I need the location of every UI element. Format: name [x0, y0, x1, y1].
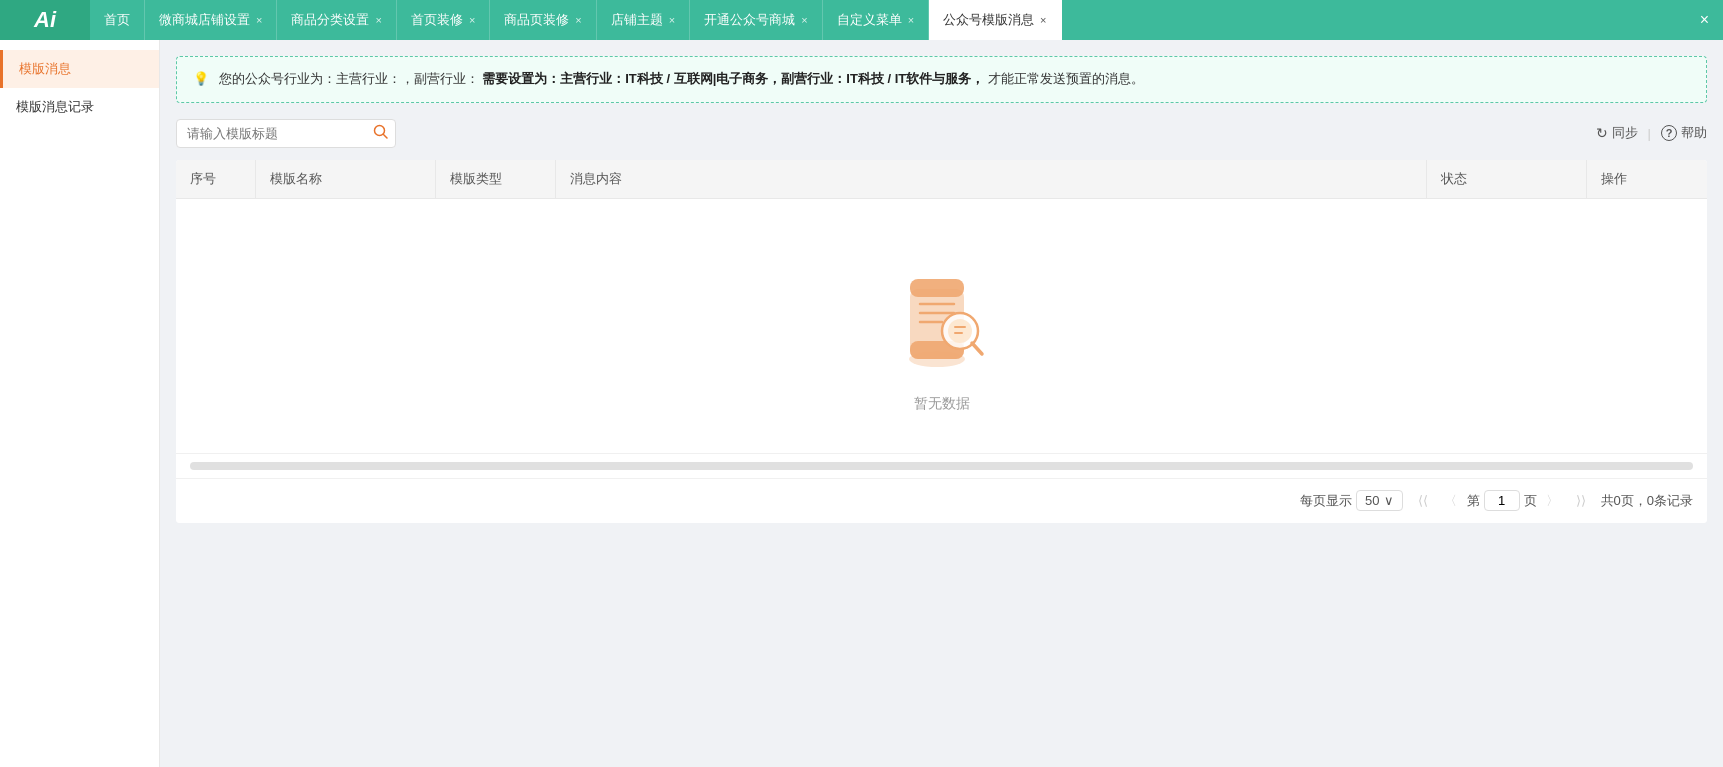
- tab-product-decor[interactable]: 商品页装修 ×: [490, 0, 596, 40]
- close-icon[interactable]: ×: [469, 14, 475, 26]
- th-type: 模版类型: [436, 160, 556, 198]
- empty-text: 暂无数据: [914, 395, 970, 413]
- page-size-select: 每页显示 50 ∨: [1300, 490, 1402, 511]
- search-button[interactable]: [373, 124, 388, 142]
- page-size-label: 每页显示: [1300, 492, 1352, 510]
- th-index: 序号: [176, 160, 256, 198]
- sync-button[interactable]: ↻ 同步: [1596, 124, 1638, 142]
- sidebar-item-template-msg-label: 模版消息: [19, 61, 71, 76]
- last-page-button[interactable]: ⟩⟩: [1569, 489, 1593, 513]
- sync-label: 同步: [1612, 124, 1638, 142]
- close-icon[interactable]: ×: [256, 14, 262, 26]
- scrollbar-row: [176, 453, 1707, 478]
- page-size-value: 50: [1365, 493, 1379, 508]
- tab-menu[interactable]: 自定义菜单 ×: [823, 0, 929, 40]
- sidebar-item-template-msg-record[interactable]: 模版消息记录: [0, 88, 159, 126]
- pagination: 每页显示 50 ∨ ⟨⟨ 〈 第 页 〉 ⟩⟩ 共0页，0条记录: [176, 478, 1707, 523]
- tab-home-label: 首页: [104, 11, 130, 29]
- search-input[interactable]: [176, 119, 396, 148]
- close-all-button[interactable]: ×: [1686, 11, 1723, 29]
- notice-highlight: 需要设置为：主营行业：IT科技 / 互联网|电子商务，副营行业：IT科技 / I…: [482, 71, 984, 86]
- tab-store-theme[interactable]: 店铺主题 ×: [597, 0, 690, 40]
- search-bar: ↻ 同步 | ? 帮助: [176, 119, 1707, 148]
- total-label: 共0页，0条记录: [1601, 492, 1693, 510]
- notice-suffix: 才能正常发送预置的消息。: [988, 71, 1144, 86]
- sidebar-item-template-msg-record-label: 模版消息记录: [16, 99, 94, 114]
- close-icon[interactable]: ×: [1040, 14, 1046, 26]
- prev-page-button[interactable]: 〈: [1439, 489, 1463, 513]
- close-icon[interactable]: ×: [908, 14, 914, 26]
- first-page-button[interactable]: ⟨⟨: [1411, 489, 1435, 513]
- notice-box: 💡 您的公众号行业为：主营行业：，副营行业： 需要设置为：主营行业：IT科技 /…: [176, 56, 1707, 103]
- empty-state: 暂无数据: [176, 199, 1707, 453]
- tab-home[interactable]: 首页: [90, 0, 145, 40]
- next-page-button[interactable]: 〉: [1541, 489, 1565, 513]
- tab-template-msg[interactable]: 公众号模版消息 ×: [929, 0, 1061, 40]
- th-content: 消息内容: [556, 160, 1427, 198]
- tab-product-decor-label: 商品页装修: [504, 11, 569, 29]
- table-container: 序号 模版名称 模版类型 消息内容 状态 操作: [176, 160, 1707, 523]
- table-header: 序号 模版名称 模版类型 消息内容 状态 操作: [176, 160, 1707, 199]
- page-after-label: 页: [1524, 492, 1537, 510]
- th-status: 状态: [1427, 160, 1587, 198]
- notice-icon: 💡: [193, 71, 209, 86]
- tab-template-msg-label: 公众号模版消息: [943, 11, 1034, 29]
- sidebar-item-template-msg[interactable]: 模版消息: [0, 50, 159, 88]
- main-layout: 模版消息 模版消息记录 💡 您的公众号行业为：主营行业：，副营行业： 需要设置为…: [0, 40, 1723, 767]
- tab-mall[interactable]: 开通公众号商城 ×: [690, 0, 822, 40]
- tab-store-setting[interactable]: 微商城店铺设置 ×: [145, 0, 277, 40]
- search-right: ↻ 同步 | ? 帮助: [1596, 124, 1707, 142]
- notice-prefix: 您的公众号行业为：主营行业：，副营行业：: [219, 71, 479, 86]
- tab-home-decor[interactable]: 首页装修 ×: [397, 0, 490, 40]
- svg-line-11: [972, 343, 982, 354]
- close-icon[interactable]: ×: [375, 14, 381, 26]
- page-before-label: 第: [1467, 492, 1480, 510]
- svg-line-1: [384, 135, 388, 139]
- svg-rect-4: [910, 279, 964, 297]
- sync-icon: ↻: [1596, 125, 1608, 141]
- page-nav: ⟨⟨ 〈 第 页 〉 ⟩⟩: [1411, 489, 1593, 513]
- search-left: [176, 119, 396, 148]
- divider: |: [1648, 126, 1651, 141]
- close-icon[interactable]: ×: [575, 14, 581, 26]
- tab-menu-label: 自定义菜单: [837, 11, 902, 29]
- help-button[interactable]: ? 帮助: [1661, 124, 1707, 142]
- page-size-dropdown[interactable]: 50 ∨: [1356, 490, 1402, 511]
- scrollbar-track[interactable]: [190, 462, 1693, 470]
- tab-store-theme-label: 店铺主题: [611, 11, 663, 29]
- th-name: 模版名称: [256, 160, 436, 198]
- empty-illustration: [882, 259, 1002, 379]
- logo: Ai: [0, 0, 90, 40]
- tab-category[interactable]: 商品分类设置 ×: [277, 0, 396, 40]
- page-input[interactable]: [1484, 490, 1520, 511]
- tab-category-label: 商品分类设置: [291, 11, 369, 29]
- chevron-down-icon: ∨: [1384, 493, 1394, 508]
- help-icon: ?: [1661, 125, 1677, 141]
- search-input-wrapper: [176, 119, 396, 148]
- tab-mall-label: 开通公众号商城: [704, 11, 795, 29]
- help-label: 帮助: [1681, 124, 1707, 142]
- tab-home-decor-label: 首页装修: [411, 11, 463, 29]
- close-icon[interactable]: ×: [801, 14, 807, 26]
- close-icon[interactable]: ×: [669, 14, 675, 26]
- th-action: 操作: [1587, 160, 1707, 198]
- top-nav: Ai 首页 微商城店铺设置 × 商品分类设置 × 首页装修 × 商品页装修 × …: [0, 0, 1723, 40]
- tab-store-setting-label: 微商城店铺设置: [159, 11, 250, 29]
- main-content: 💡 您的公众号行业为：主营行业：，副营行业： 需要设置为：主营行业：IT科技 /…: [160, 40, 1723, 767]
- sidebar: 模版消息 模版消息记录: [0, 40, 160, 767]
- svg-point-10: [948, 319, 972, 343]
